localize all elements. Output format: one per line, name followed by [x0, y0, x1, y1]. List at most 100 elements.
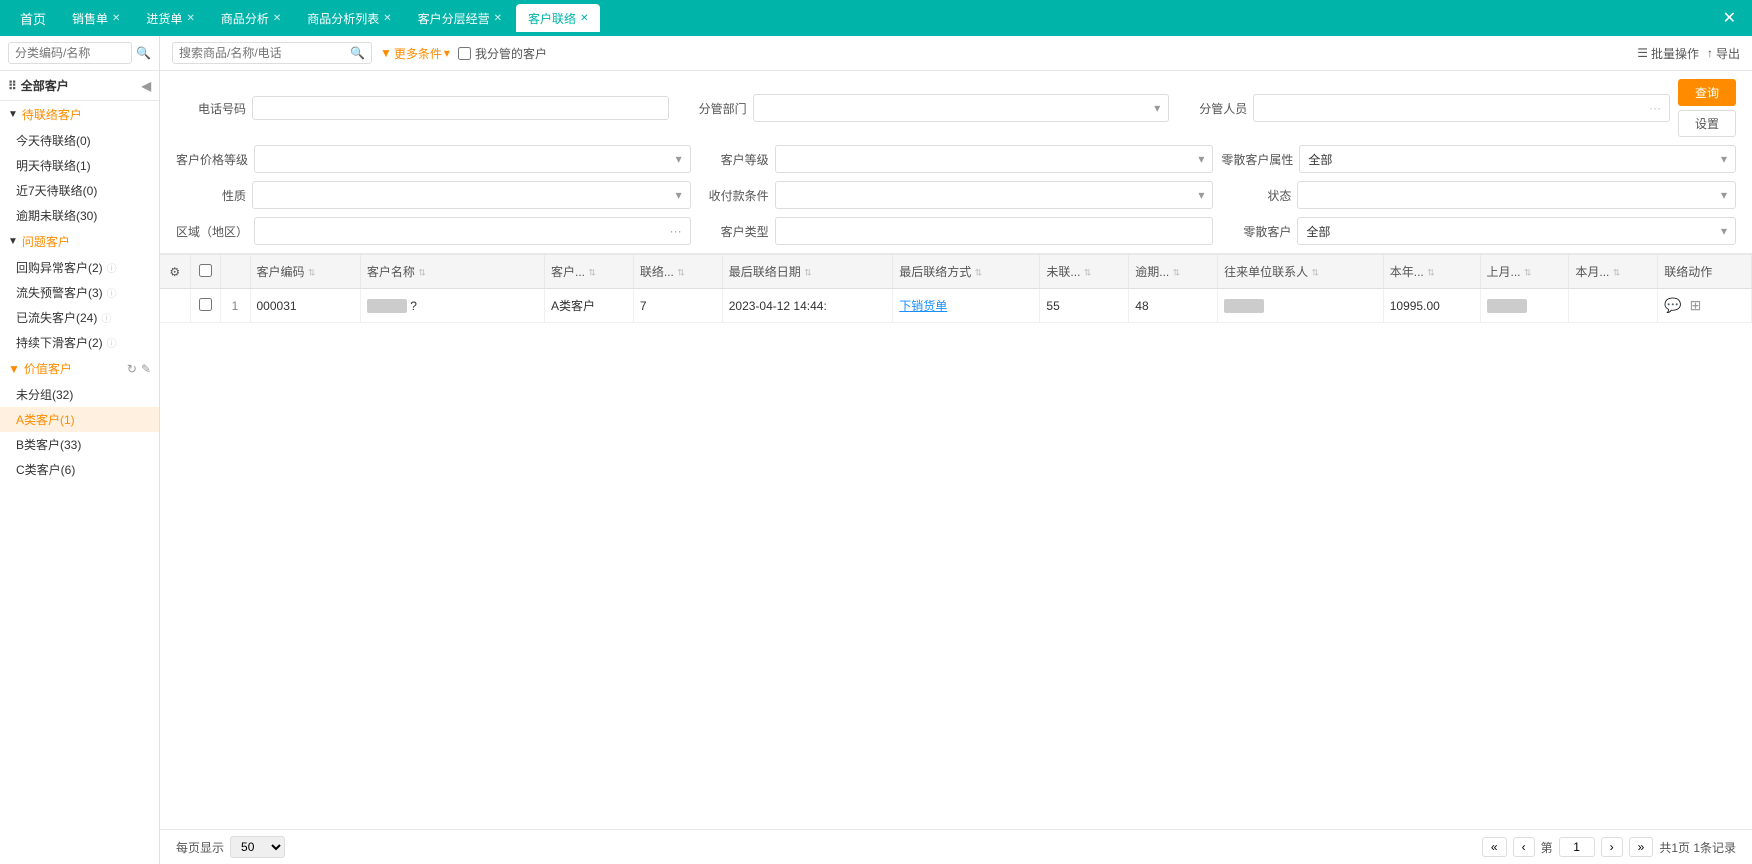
filter-person-select[interactable]: ··· — [1253, 94, 1670, 122]
sort-icon-thismonth: ⇅ — [1613, 267, 1621, 277]
page-number-input[interactable] — [1559, 837, 1595, 857]
nav-tab-analysis-list[interactable]: 商品分析列表 ✕ — [295, 4, 403, 32]
th-unit-contacts[interactable]: 往来单位联系人 ⇅ — [1218, 255, 1384, 289]
td-last-contact-method[interactable]: 下销货单 — [893, 289, 1040, 323]
nav-home-tab[interactable]: 首页 — [8, 5, 58, 32]
filter-region-label: 区域（地区） — [176, 223, 248, 240]
sidebar-item-churn-warning[interactable]: 流失预警客户(3) ⓘ — [0, 280, 159, 305]
nav-tab-purchase[interactable]: 进货单 ✕ — [134, 4, 206, 32]
group-title-value[interactable]: ▼ 价值客户 ↻ ✎ — [0, 355, 159, 382]
filter-field-nature: 性质 ▾ — [176, 181, 691, 209]
nav-tab-customer-tier[interactable]: 客户分层经营 ✕ — [406, 4, 514, 32]
filter-status-select[interactable]: ▾ — [1297, 181, 1736, 209]
my-customers-checkbox[interactable] — [458, 47, 471, 60]
filter-price-level-select[interactable]: ▾ — [254, 145, 691, 173]
filter-dept-select[interactable]: ▾ — [753, 94, 1170, 122]
sidebar-item-unclassified[interactable]: 未分组(32) — [0, 382, 159, 407]
th-this-year[interactable]: 本年... ⇅ — [1383, 255, 1480, 289]
arrow-value: ▼ — [8, 362, 20, 376]
export-button[interactable]: ↑ 导出 — [1707, 45, 1740, 62]
main-layout: 🔍 ⠿ 全部客户 ◀ ▼ 待联络客户 今天待联络(0) 明天待联络(1) 近7天… — [0, 36, 1752, 864]
select-all-checkbox[interactable] — [199, 264, 212, 277]
region-dots[interactable]: ··· — [670, 224, 682, 238]
my-customers-checkbox-area[interactable]: 我分管的客户 — [458, 45, 547, 62]
sidebar-item-today-contact[interactable]: 今天待联络(0) — [0, 128, 159, 153]
th-gear[interactable]: ⚙ — [160, 255, 190, 289]
close-analysis-list-tab[interactable]: ✕ — [383, 13, 391, 24]
filter-region-select[interactable]: ··· — [254, 217, 691, 245]
filter-retail-customer-select[interactable]: 全部 ▾ — [1297, 217, 1736, 245]
sidebar-collapse-icon[interactable]: ◀ — [142, 79, 151, 93]
message-action-icon[interactable]: 💬 — [1664, 297, 1681, 314]
th-name[interactable]: 客户名称 ⇅ — [360, 255, 544, 289]
filter-search-wrap[interactable]: 🔍 — [172, 42, 372, 64]
arrow-pending: ▼ — [8, 109, 18, 120]
filter-search-icon[interactable]: 🔍 — [350, 46, 365, 60]
first-page-button[interactable]: « — [1482, 837, 1507, 857]
refresh-icon[interactable]: ↻ — [127, 362, 137, 376]
sidebar-item-class-c[interactable]: C类客户(6) — [0, 457, 159, 482]
query-button[interactable]: 查询 — [1678, 79, 1736, 106]
last-page-button[interactable]: » — [1629, 837, 1654, 857]
th-last-month[interactable]: 上月... ⇅ — [1480, 255, 1569, 289]
th-not-contact-days[interactable]: 未联... ⇅ — [1040, 255, 1129, 289]
th-code[interactable]: 客户编码 ⇅ — [250, 255, 360, 289]
person-more-icon[interactable]: ··· — [1649, 101, 1661, 115]
page-size-select[interactable]: 50 20 100 — [230, 836, 285, 858]
sidebar-search-input[interactable] — [8, 42, 132, 64]
close-customer-contact-tab[interactable]: ✕ — [580, 13, 588, 24]
filter-phone-input[interactable] — [252, 96, 669, 120]
filter-field-payment-terms: 收付款条件 ▾ — [699, 181, 1214, 209]
th-last-contact-method[interactable]: 最后联络方式 ⇅ — [893, 255, 1040, 289]
close-analysis-tab[interactable]: ✕ — [273, 13, 281, 24]
payment-terms-dropdown-arrow: ▾ — [1198, 188, 1204, 202]
th-contact-count[interactable]: 联络... ⇅ — [633, 255, 722, 289]
group-title-problem[interactable]: ▼ 问题客户 — [0, 228, 159, 255]
sidebar-item-overdue-contact[interactable]: 逾期未联络(30) — [0, 203, 159, 228]
nav-tab-sales[interactable]: 销售单 ✕ — [60, 4, 132, 32]
sidebar-search-icon[interactable]: 🔍 — [136, 46, 151, 60]
last-contact-method-link[interactable]: 下销货单 — [899, 299, 947, 313]
close-purchase-tab[interactable]: ✕ — [186, 13, 194, 24]
sidebar-item-class-a[interactable]: A类客户(1) — [0, 407, 159, 432]
filter-payment-terms-select[interactable]: ▾ — [775, 181, 1214, 209]
nav-tab-analysis[interactable]: 商品分析 ✕ — [209, 4, 293, 32]
group-title-pending[interactable]: ▼ 待联络客户 — [0, 101, 159, 128]
td-checkbox[interactable] — [190, 289, 220, 323]
th-last-contact-date[interactable]: 最后联络日期 ⇅ — [722, 255, 893, 289]
status-dropdown-arrow: ▾ — [1721, 188, 1727, 202]
sidebar-item-tomorrow-contact[interactable]: 明天待联络(1) — [0, 153, 159, 178]
filter-search-input[interactable] — [179, 46, 346, 60]
row-checkbox[interactable] — [199, 298, 212, 311]
next-page-button[interactable]: › — [1601, 837, 1623, 857]
window-close-button[interactable]: ✕ — [1715, 8, 1744, 28]
sidebar-all-customers-header[interactable]: ⠿ 全部客户 ◀ — [0, 71, 159, 101]
sidebar-item-abnormal-purchase[interactable]: 回购异常客户(2) ⓘ — [0, 255, 159, 280]
filter-customer-type-select[interactable] — [775, 217, 1214, 245]
th-overdue-days[interactable]: 逾期... ⇅ — [1129, 255, 1218, 289]
filter-status-label: 状态 — [1221, 187, 1291, 204]
settings-button[interactable]: 设置 — [1678, 110, 1736, 137]
grid-icon: ⠿ — [8, 79, 17, 93]
edit-icon[interactable]: ✎ — [141, 362, 151, 376]
filter-field-phone: 电话号码 — [176, 96, 669, 120]
sidebar-item-churned[interactable]: 已流失客户(24) ⓘ — [0, 305, 159, 330]
close-sales-tab[interactable]: ✕ — [112, 13, 120, 24]
value-group-actions[interactable]: ↻ ✎ — [127, 362, 151, 376]
close-customer-tier-tab[interactable]: ✕ — [494, 13, 502, 24]
sidebar-item-class-b[interactable]: B类客户(33) — [0, 432, 159, 457]
filter-more-conditions[interactable]: ▼ 更多条件 ▾ — [380, 45, 450, 62]
sidebar-item-declining[interactable]: 持续下滑客户(2) ⓘ — [0, 330, 159, 355]
th-customer-type[interactable]: 客户... ⇅ — [545, 255, 634, 289]
th-this-month[interactable]: 本月... ⇅ — [1569, 255, 1658, 289]
batch-ops-button[interactable]: ☰ 批量操作 — [1637, 45, 1699, 62]
qr-action-icon[interactable]: ⊞ — [1690, 297, 1702, 314]
td-contact-count: 7 — [633, 289, 722, 323]
filter-customer-level-select[interactable]: ▾ — [775, 145, 1214, 173]
filter-nature-select[interactable]: ▾ — [252, 181, 691, 209]
sidebar-item-7days-contact[interactable]: 近7天待联络(0) — [0, 178, 159, 203]
nav-tab-customer-contact[interactable]: 客户联络 ✕ — [516, 4, 600, 32]
th-checkbox[interactable] — [190, 255, 220, 289]
filter-retail-attr-select[interactable]: 全部 ▾ — [1299, 145, 1736, 173]
prev-page-button[interactable]: ‹ — [1513, 837, 1535, 857]
